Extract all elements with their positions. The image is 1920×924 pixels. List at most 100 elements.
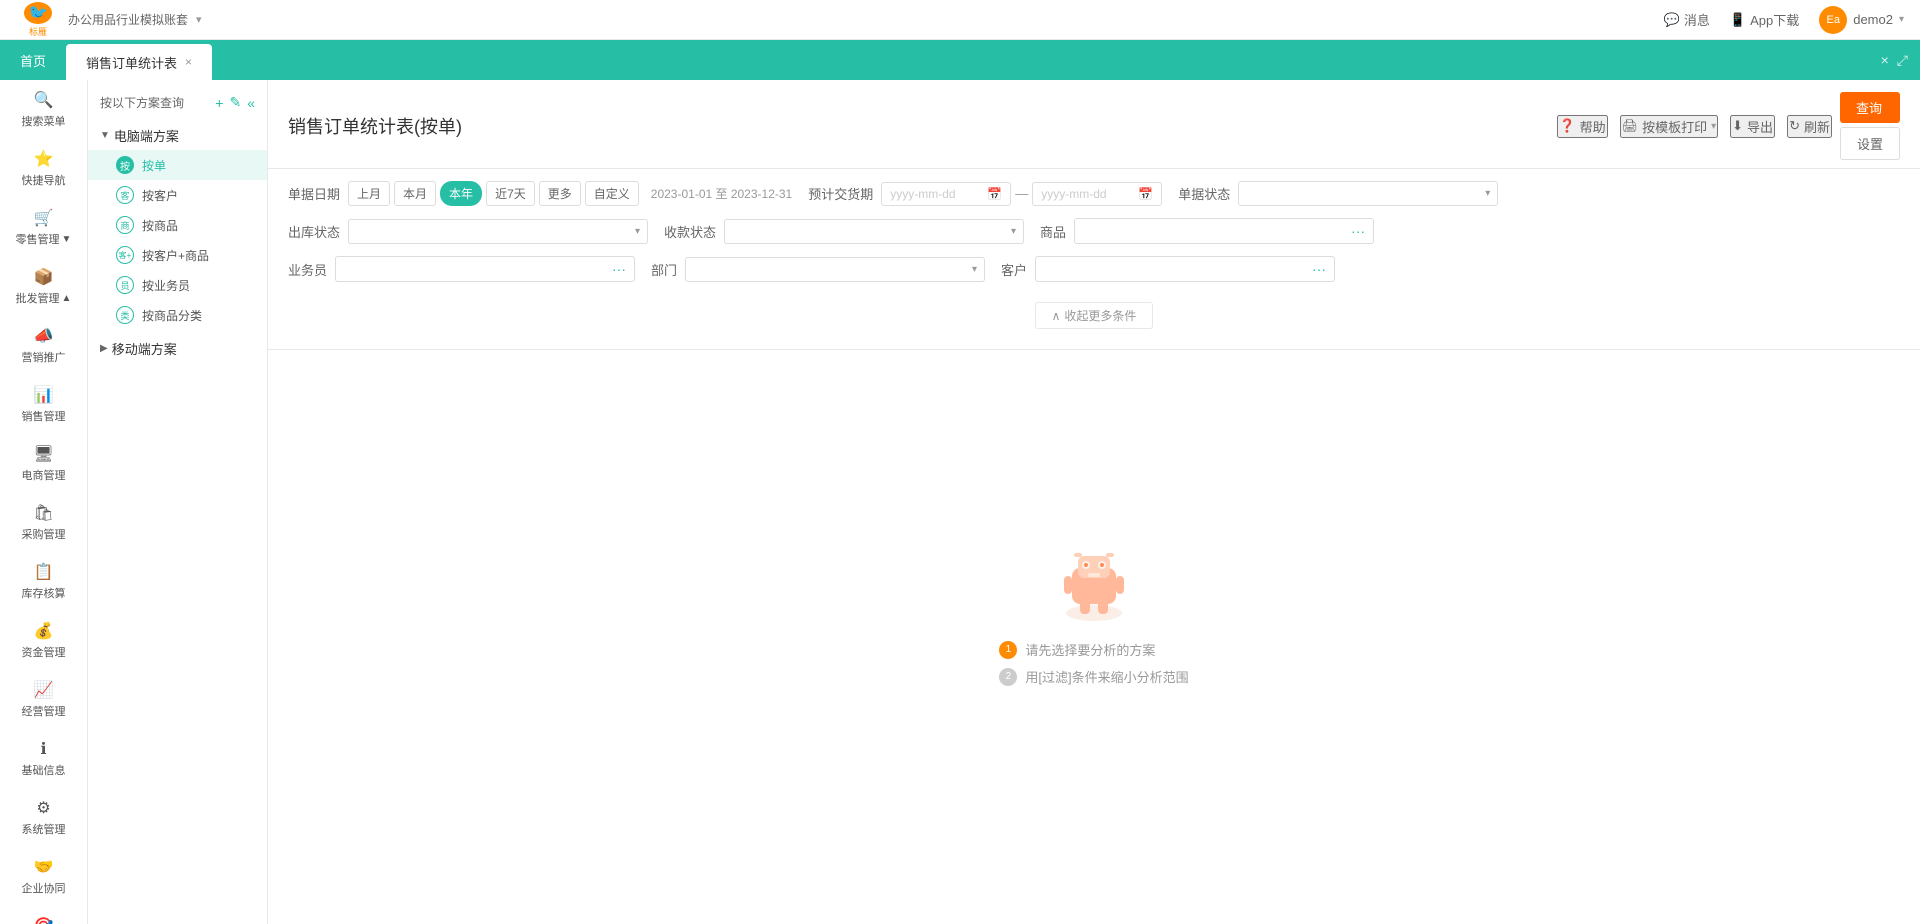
collapse-button[interactable]: ∧ 收起更多条件 bbox=[1035, 302, 1154, 329]
status-select-wrapper: ▾ bbox=[1238, 181, 1498, 206]
calendar-end-icon[interactable]: 📅 bbox=[1138, 187, 1153, 201]
sidebar-item-sales[interactable]: 📊 销售管理 bbox=[0, 375, 87, 434]
sidebar-item-operations[interactable]: 📈 经营管理 bbox=[0, 670, 87, 729]
sidebar-item-retail[interactable]: 🛒 零售管理 ▼ bbox=[0, 198, 87, 257]
user-menu[interactable]: Ea demo2 ▾ bbox=[1819, 6, 1904, 34]
top-bar-right: 💬 消息 📱 App下载 Ea demo2 ▾ bbox=[1664, 6, 1904, 34]
department-select-wrapper: ▾ bbox=[685, 257, 985, 282]
left-panel-title: 按以下方案查询 bbox=[100, 94, 184, 111]
tab-sales-order[interactable]: 销售订单统计表 × bbox=[66, 44, 212, 80]
scheme-item-by-order-icon: 按 bbox=[116, 156, 134, 174]
scheme-section-mobile-header[interactable]: ▶ 移动端方案 bbox=[88, 334, 267, 363]
collapse-row: ∧ 收起更多条件 bbox=[288, 294, 1900, 337]
sidebar-item-marketing[interactable]: 📣 营销推广 bbox=[0, 316, 87, 375]
scheme-item-by-customer-goods[interactable]: 客+ 按客户+商品 bbox=[88, 240, 267, 270]
print-dropdown-arrow[interactable]: ▾ bbox=[1711, 121, 1716, 132]
department-select[interactable] bbox=[685, 257, 985, 282]
status-select[interactable] bbox=[1238, 181, 1498, 206]
sidebar-item-enterprise[interactable]: 🤝 企业协同 bbox=[0, 847, 87, 906]
main-layout: 🔍 搜索菜单 ⭐ 快捷导航 🛒 零售管理 ▼ 📦 批发管理 ▲ 📣 营销推广 bbox=[0, 80, 1920, 924]
collapse-label: 收起更多条件 bbox=[1064, 307, 1136, 324]
sidebar-item-ecommerce[interactable]: 🖥 电商管理 bbox=[0, 434, 87, 493]
sidebar-item-finance[interactable]: 💰 资金管理 bbox=[0, 611, 87, 670]
sidebar: 🔍 搜索菜单 ⭐ 快捷导航 🛒 零售管理 ▼ 📦 批发管理 ▲ 📣 营销推广 bbox=[0, 80, 88, 924]
sidebar-item-basic-info[interactable]: ℹ 基础信息 bbox=[0, 729, 87, 788]
status-label: 单据状态 bbox=[1178, 184, 1230, 203]
sidebar-item-quick-nav[interactable]: ⭐ 快捷导航 bbox=[0, 139, 87, 198]
mobile-section-label: 移动端方案 bbox=[112, 339, 177, 358]
edit-scheme-button[interactable]: ✎ bbox=[229, 94, 241, 111]
staff-more-icon[interactable]: ··· bbox=[612, 261, 626, 277]
tab-close-icon[interactable]: × bbox=[185, 55, 192, 69]
date-separator: — bbox=[1015, 186, 1028, 201]
customer-input[interactable]: ··· bbox=[1035, 256, 1335, 282]
goods-input[interactable]: ··· bbox=[1074, 218, 1374, 244]
expected-date-end-placeholder: yyyy-mm-dd bbox=[1041, 187, 1106, 201]
filter-date-btns: 上月 本月 本年 近7天 更多 自定义 bbox=[348, 181, 639, 206]
scheme-item-by-order[interactable]: 按 按单 bbox=[88, 150, 267, 180]
date-btn-last-month[interactable]: 上月 bbox=[348, 181, 390, 206]
scheme-item-by-category[interactable]: 类 按商品分类 bbox=[88, 300, 267, 330]
refresh-label: 刷新 bbox=[1804, 117, 1830, 136]
print-button[interactable]: 🖨 按模板打印 ▾ bbox=[1620, 115, 1719, 138]
left-panel-header: 按以下方案查询 + ✎ « bbox=[88, 88, 267, 117]
tab-close-all-icon[interactable]: × bbox=[1881, 52, 1889, 68]
sidebar-item-inventory[interactable]: 📋 库存核算 bbox=[0, 552, 87, 611]
scheme-item-by-staff[interactable]: 员 按业务员 bbox=[88, 270, 267, 300]
scheme-item-by-goods[interactable]: 商 按商品 bbox=[88, 210, 267, 240]
out-status-select[interactable] bbox=[348, 219, 648, 244]
customer-label: 客户 bbox=[1001, 260, 1027, 279]
sidebar-item-system[interactable]: ⚙ 系统管理 bbox=[0, 788, 87, 847]
sidebar-item-search[interactable]: 🔍 搜索菜单 bbox=[0, 80, 87, 139]
help-button[interactable]: ❓ 帮助 bbox=[1557, 115, 1607, 138]
print-icon: 🖨 bbox=[1622, 118, 1639, 134]
query-button[interactable]: 查询 bbox=[1840, 92, 1900, 123]
sidebar-item-wholesale[interactable]: 📦 批发管理 ▲ bbox=[0, 257, 87, 316]
search-icon: 🔍 bbox=[34, 90, 54, 110]
tab-bar-actions: × ⤢ bbox=[1881, 52, 1920, 69]
ecommerce-icon: 🖥 bbox=[33, 444, 53, 464]
app-dropdown-arrow[interactable]: ▾ bbox=[196, 13, 202, 26]
staff-input[interactable]: ··· bbox=[335, 256, 635, 282]
sidebar-operations-label: 经营管理 bbox=[22, 703, 66, 719]
date-btn-this-month[interactable]: 本月 bbox=[394, 181, 436, 206]
scheme-item-by-customer[interactable]: 客 按客户 bbox=[88, 180, 267, 210]
date-btn-more[interactable]: 更多 bbox=[539, 181, 581, 206]
desktop-section-arrow-icon: ▼ bbox=[100, 130, 110, 141]
tab-maximize-icon[interactable]: ⤢ bbox=[1897, 52, 1908, 69]
sidebar-item-guide[interactable]: 🎯 新手引导 bbox=[0, 906, 87, 924]
tab-home[interactable]: 首页 bbox=[0, 40, 66, 80]
sidebar-purchase-label: 采购管理 bbox=[22, 526, 66, 542]
scheme-section-desktop: ▼ 电脑端方案 按 按单 客 按客户 商 按商品 客+ 按客户+商品 bbox=[88, 121, 267, 330]
calendar-start-icon[interactable]: 📅 bbox=[987, 187, 1002, 201]
filter-row-2: 出库状态 ▾ 收款状态 bbox=[288, 218, 1900, 244]
scheme-item-by-order-label: 按单 bbox=[142, 157, 166, 174]
date-btn-custom[interactable]: 自定义 bbox=[585, 181, 639, 206]
expected-date-end-input[interactable]: yyyy-mm-dd 📅 bbox=[1032, 182, 1162, 206]
expected-date-start-input[interactable]: yyyy-mm-dd 📅 bbox=[881, 182, 1011, 206]
message-button[interactable]: 💬 消息 bbox=[1664, 10, 1710, 29]
payment-status-select[interactable] bbox=[724, 219, 1024, 244]
goods-more-icon[interactable]: ··· bbox=[1351, 223, 1365, 239]
header-right-actions: ❓ 帮助 🖨 按模板打印 ▾ ⬇ 导出 ↻ bbox=[1557, 92, 1900, 160]
add-scheme-button[interactable]: + bbox=[215, 95, 223, 111]
filter-group-expected-date: 预计交货期 yyyy-mm-dd 📅 — yyyy-mm-dd 📅 bbox=[808, 182, 1162, 206]
wholesale-icon: 📦 bbox=[34, 267, 54, 287]
scheme-item-by-staff-icon: 员 bbox=[116, 276, 134, 294]
sidebar-item-purchase[interactable]: 🛍 采购管理 bbox=[0, 493, 87, 552]
payment-status-select-wrapper: ▾ bbox=[724, 219, 1024, 244]
collapse-panel-button[interactable]: « bbox=[247, 95, 255, 111]
settings-button[interactable]: 设置 bbox=[1840, 127, 1900, 160]
customer-more-icon[interactable]: ··· bbox=[1312, 261, 1326, 277]
content-area: 按以下方案查询 + ✎ « ▼ 电脑端方案 按 按单 客 bbox=[88, 80, 1920, 924]
tab-bar: 首页 销售订单统计表 × × ⤢ bbox=[0, 40, 1920, 80]
scheme-section-desktop-header[interactable]: ▼ 电脑端方案 bbox=[88, 121, 267, 150]
export-button[interactable]: ⬇ 导出 bbox=[1730, 115, 1775, 138]
date-btn-last-7-days[interactable]: 近7天 bbox=[486, 181, 535, 206]
action-btn-group: ❓ 帮助 🖨 按模板打印 ▾ ⬇ 导出 ↻ bbox=[1557, 115, 1832, 138]
empty-tip-1: 1 请先选择要分析的方案 bbox=[999, 640, 1188, 659]
date-btn-this-year[interactable]: 本年 bbox=[440, 181, 482, 206]
app-download-button[interactable]: 📱 App下载 bbox=[1730, 10, 1799, 29]
tip-num-1: 1 bbox=[999, 641, 1017, 659]
refresh-button[interactable]: ↻ 刷新 bbox=[1787, 115, 1832, 138]
